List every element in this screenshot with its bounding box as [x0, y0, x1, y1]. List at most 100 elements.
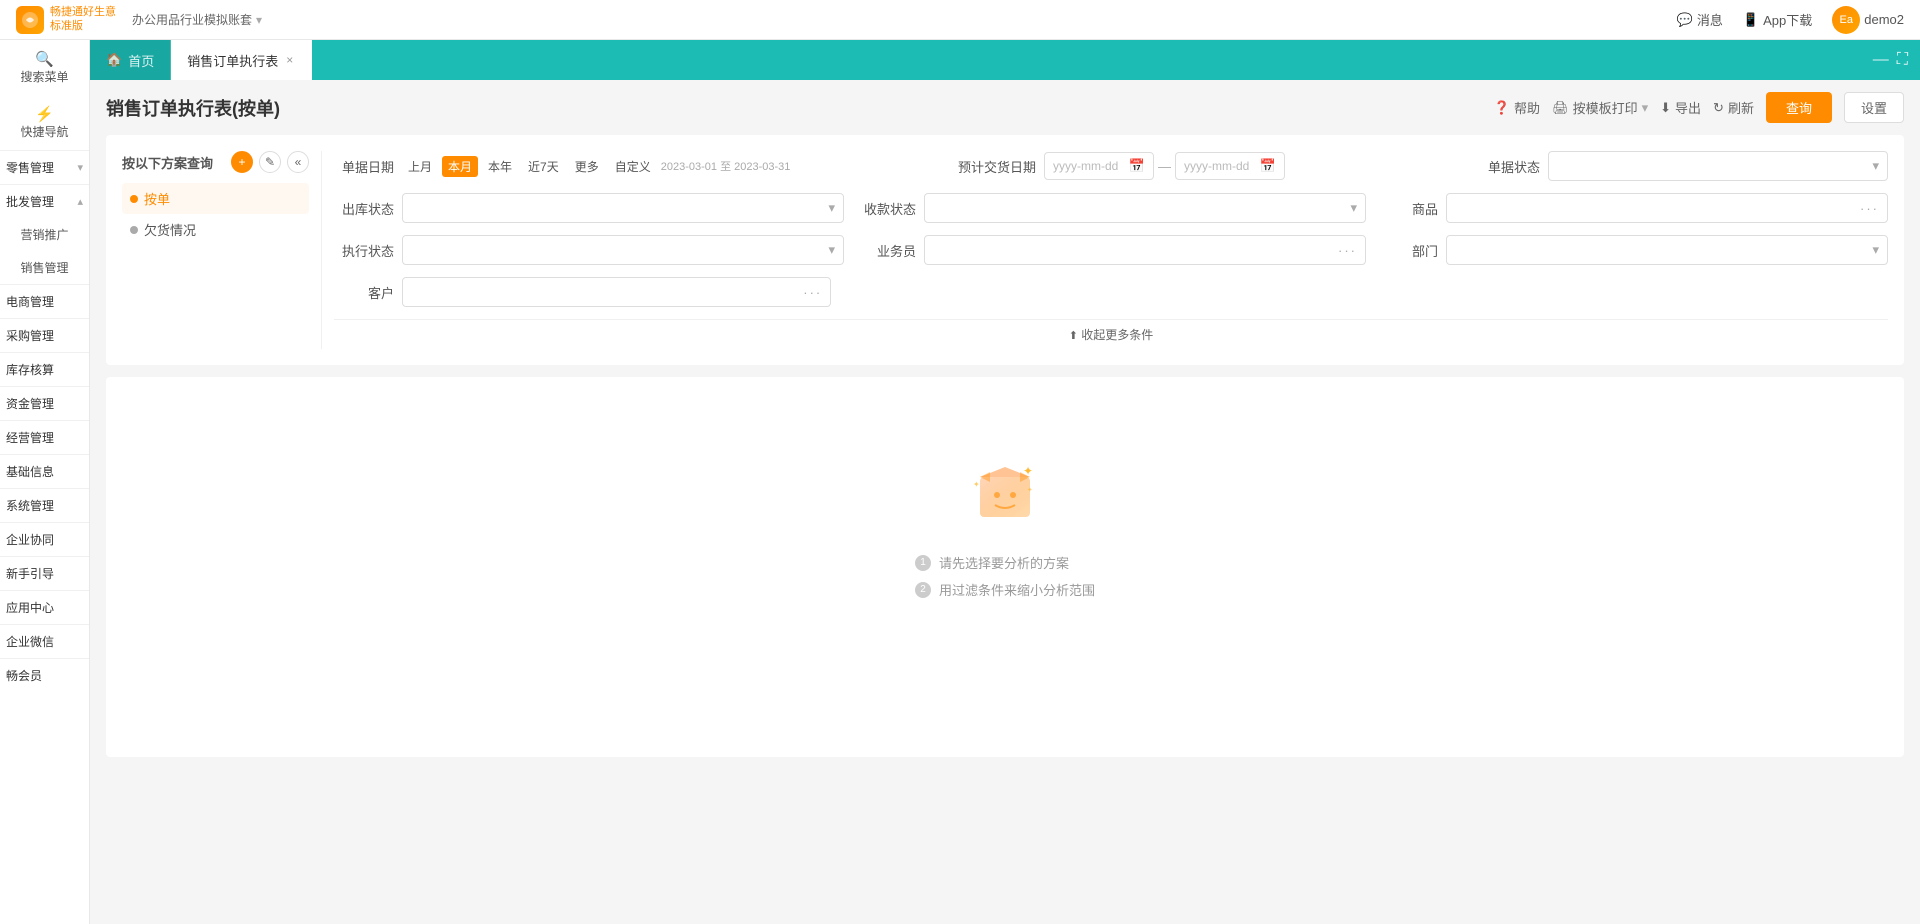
page-content: 销售订单执行表(按单) ❓ 帮助 🖨 按模板打印 ▾ ⬇ 导出 — [90, 80, 1920, 924]
empty-state-illustration: ✦ ✦ ✦ — [955, 437, 1055, 537]
customer-select[interactable]: ··· — [402, 277, 831, 307]
breadcrumb[interactable]: 办公用品行业模拟账套 ▾ — [132, 11, 262, 28]
exec-status-label: 执行状态 — [334, 241, 394, 260]
date-last-month-btn[interactable]: 上月 — [402, 156, 438, 177]
results-area: ✦ ✦ ✦ 1 请先选择要分析的方案 2 用过滤条件来缩小分析范围 — [106, 377, 1904, 757]
app-download-button[interactable]: 📱 App下载 — [1743, 10, 1812, 29]
salesperson-label: 业务员 — [856, 241, 916, 260]
inactive-plan-dot — [130, 226, 138, 234]
ship-status-chevron-icon: ▾ — [828, 200, 835, 216]
customer-label: 客户 — [334, 283, 394, 302]
sidebar-item-marketing[interactable]: 营销推广 — [0, 218, 89, 251]
filter-left-panel: 按以下方案查询 + ✎ « 按单 — [122, 151, 322, 349]
sidebar-shortcut[interactable]: ⚡ 快捷导航 — [0, 95, 89, 150]
logo-area[interactable]: 畅捷通好生意 标准版 — [16, 6, 116, 34]
sidebar-item-purchase[interactable]: 采购管理 — [0, 319, 89, 352]
payment-status-select[interactable]: ▾ — [924, 193, 1366, 223]
sidebar-section-retail: 零售管理 ▾ — [0, 150, 89, 184]
plan-item-shortage[interactable]: 欠货情况 — [122, 214, 309, 245]
page-title: 销售订单执行表(按单) — [106, 95, 280, 121]
product-select[interactable]: ··· — [1446, 193, 1888, 223]
collapse-more-conditions-button[interactable]: ⬆ 收起更多条件 — [334, 319, 1888, 349]
date-current-month-btn[interactable]: 本月 — [442, 156, 478, 177]
app-download-icon: 📱 — [1743, 12, 1759, 28]
plan-item-by-order[interactable]: 按单 — [122, 183, 309, 214]
top-nav-left: 畅捷通好生意 标准版 办公用品行业模拟账套 ▾ — [16, 6, 262, 34]
sidebar-section-app-center: 应用中心 — [0, 590, 89, 624]
department-select[interactable]: ▾ — [1446, 235, 1888, 265]
shortcut-icon: ⚡ — [4, 105, 85, 123]
print-button[interactable]: 🖨 按模板打印 ▾ — [1552, 98, 1648, 117]
filter-left-header: 按以下方案查询 + ✎ « — [122, 151, 309, 173]
query-button[interactable]: 查询 — [1766, 92, 1832, 123]
export-button[interactable]: ⬇ 导出 — [1660, 98, 1701, 117]
sidebar-section-basic-info: 基础信息 — [0, 454, 89, 488]
sidebar-item-app-center[interactable]: 应用中心 — [0, 591, 89, 624]
page-header-actions: ❓ 帮助 🖨 按模板打印 ▾ ⬇ 导出 ↻ 刷新 — [1494, 92, 1904, 123]
sidebar-item-enterprise[interactable]: 企业协同 — [0, 523, 89, 556]
date-range-label: 2023-03-01 至 2023-03-31 — [661, 158, 791, 174]
tab-sales-order[interactable]: 销售订单执行表 × — [171, 40, 312, 80]
message-button[interactable]: 💬 消息 — [1677, 10, 1723, 29]
user-profile-button[interactable]: Ea demo2 — [1832, 6, 1904, 34]
empty-step-1: 1 请先选择要分析的方案 — [915, 553, 1095, 572]
date-label: 单据日期 — [334, 157, 394, 176]
sidebar-section-inventory: 库存核算 — [0, 352, 89, 386]
svg-text:✦: ✦ — [1023, 464, 1033, 478]
forecast-date-label: 预计交货日期 — [958, 157, 1036, 176]
print-dropdown-icon: ▾ — [1642, 100, 1649, 116]
add-plan-button[interactable]: + — [231, 151, 253, 173]
sidebar-item-retail-management[interactable]: 零售管理 ▾ — [0, 151, 89, 184]
sidebar-item-sales-management[interactable]: 销售管理 — [0, 251, 89, 284]
sidebar-item-wechat[interactable]: 企业微信 — [0, 625, 89, 658]
refresh-button[interactable]: ↻ 刷新 — [1713, 98, 1754, 117]
product-label: 商品 — [1378, 199, 1438, 218]
date-7days-btn[interactable]: 近7天 — [522, 156, 565, 177]
sidebar-item-basic-info[interactable]: 基础信息 — [0, 455, 89, 488]
maximize-icon[interactable]: ⛶ — [1897, 51, 1908, 69]
tab-close-icon[interactable]: × — [284, 53, 295, 67]
salesperson-select[interactable]: ··· — [924, 235, 1366, 265]
date-current-year-btn[interactable]: 本年 — [482, 156, 518, 177]
minimize-icon[interactable]: — — [1873, 51, 1889, 69]
department-chevron-icon: ▾ — [1872, 242, 1879, 258]
doc-status-label: 单据状态 — [1480, 157, 1540, 176]
empty-step-2: 2 用过滤条件来缩小分析范围 — [915, 580, 1095, 599]
date-custom-btn[interactable]: 自定义 — [609, 156, 657, 177]
payment-status-chevron-icon: ▾ — [1350, 200, 1357, 216]
edit-plan-button[interactable]: ✎ — [259, 151, 281, 173]
help-button[interactable]: ❓ 帮助 — [1494, 98, 1540, 117]
tab-home[interactable]: 🏠 首页 — [90, 40, 171, 80]
date-more-btn[interactable]: 更多 — [569, 156, 605, 177]
help-icon: ❓ — [1494, 100, 1510, 116]
sidebar-item-guide[interactable]: 新手引导 — [0, 557, 89, 590]
tab-bar-actions: — ⛶ — [1861, 40, 1920, 80]
sidebar-item-system[interactable]: 系统管理 — [0, 489, 89, 522]
ship-status-select[interactable]: ▾ — [402, 193, 844, 223]
username-label: demo2 — [1864, 12, 1904, 27]
sidebar-section-wechat: 企业微信 — [0, 624, 89, 658]
sidebar-item-member[interactable]: 畅会员 — [0, 659, 89, 692]
date-range-separator: — — [1158, 159, 1171, 174]
sidebar-section-operations: 经营管理 — [0, 420, 89, 454]
sidebar-item-wholesale-management[interactable]: 批发管理 ▴ — [0, 185, 89, 218]
forecast-date-start-input[interactable]: yyyy-mm-dd 📅 — [1044, 152, 1154, 180]
sidebar-item-inventory[interactable]: 库存核算 — [0, 353, 89, 386]
sidebar-search[interactable]: 🔍 搜索菜单 — [0, 40, 89, 95]
sidebar-item-finance[interactable]: 资金管理 — [0, 387, 89, 420]
settings-button[interactable]: 设置 — [1844, 92, 1904, 123]
collapse-panel-button[interactable]: « — [287, 151, 309, 173]
filter-group-payment-status: 收款状态 ▾ — [856, 193, 1366, 223]
filter-group-salesperson: 业务员 ··· — [856, 235, 1366, 265]
date-quick-buttons: 上月 本月 本年 近7天 更多 自定义 — [402, 156, 657, 177]
filter-group-forecast-date: 预计交货日期 yyyy-mm-dd 📅 — yyyy-mm-dd — [958, 152, 1468, 180]
forecast-date-end-input[interactable]: yyyy-mm-dd 📅 — [1175, 152, 1285, 180]
sidebar-item-operations[interactable]: 经营管理 — [0, 421, 89, 454]
exec-status-select[interactable]: ▾ — [402, 235, 844, 265]
print-icon: 🖨 — [1552, 100, 1569, 116]
top-nav-right: 💬 消息 📱 App下载 Ea demo2 — [1677, 6, 1904, 34]
sidebar-item-ecommerce[interactable]: 电商管理 — [0, 285, 89, 318]
doc-status-select[interactable]: ▾ — [1548, 151, 1888, 181]
sidebar-section-system: 系统管理 — [0, 488, 89, 522]
sidebar-section-enterprise: 企业协同 — [0, 522, 89, 556]
